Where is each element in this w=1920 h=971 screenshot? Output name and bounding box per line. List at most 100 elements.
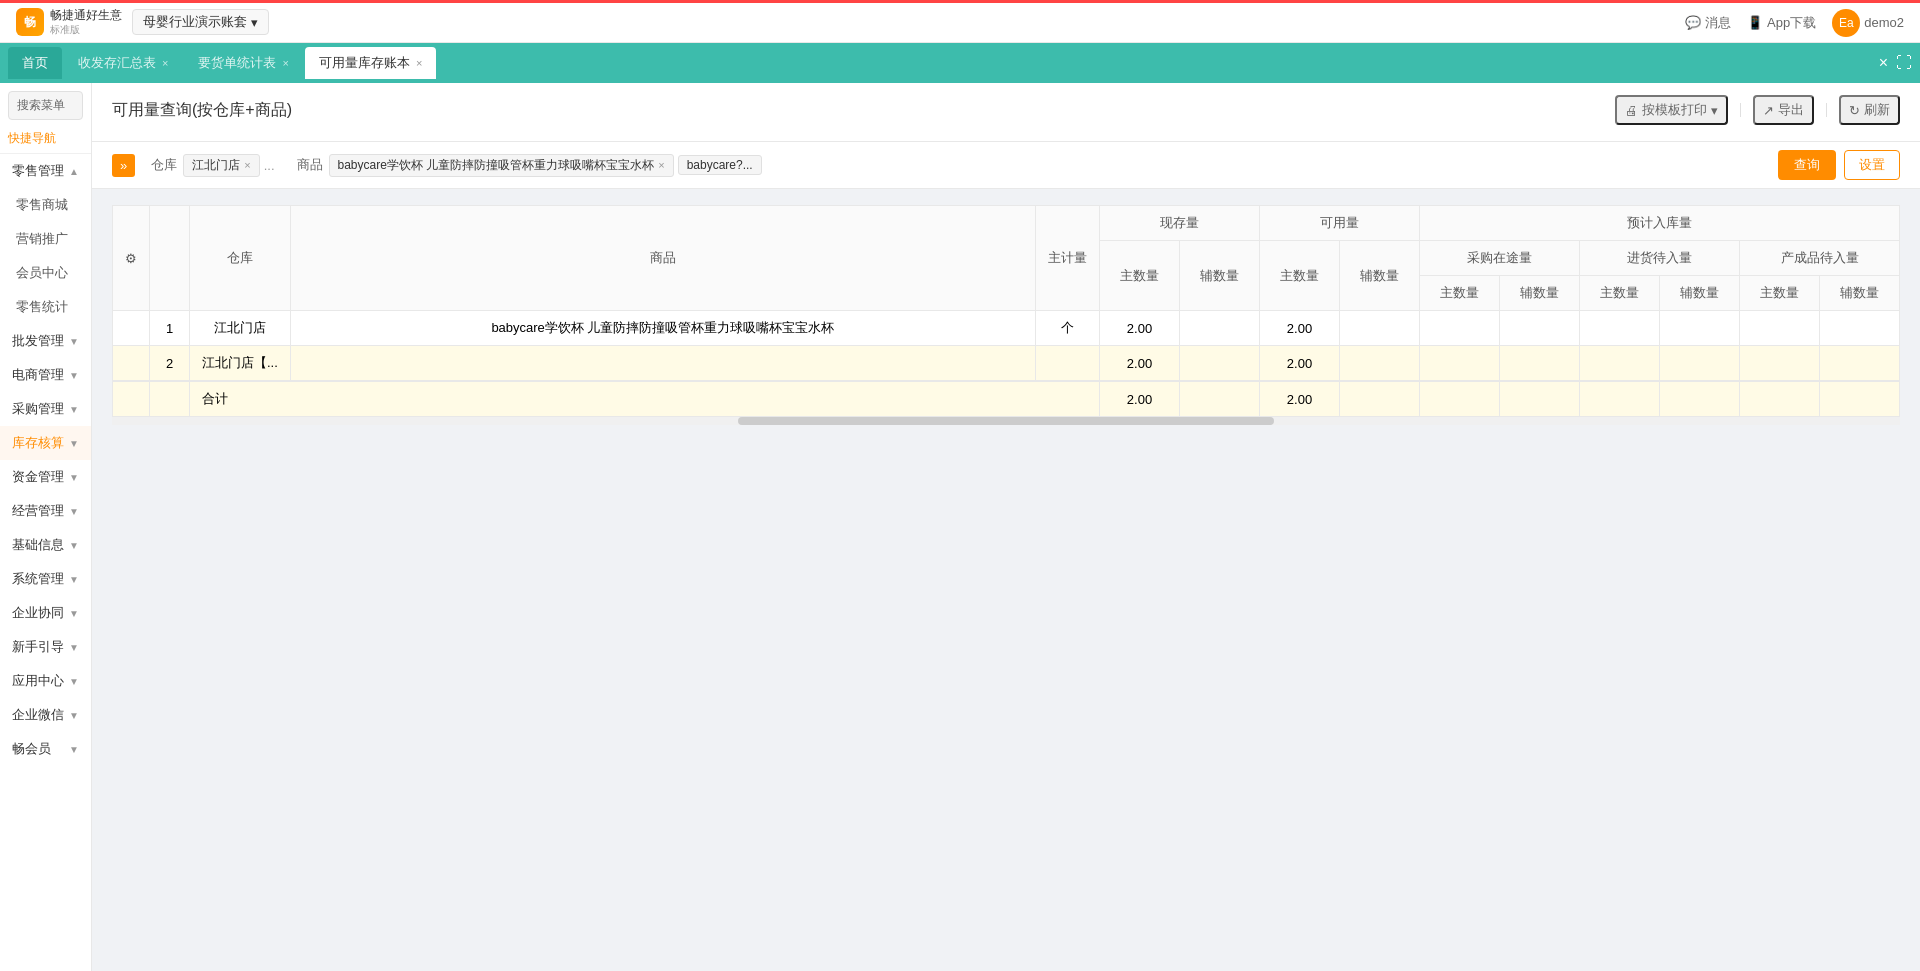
total-stock-aux xyxy=(1180,381,1260,417)
sidebar-group-enterprise-header[interactable]: 企业协同 ▼ xyxy=(0,596,91,630)
product-tag-babycare2: babycare?... xyxy=(678,155,762,175)
maximize-icon[interactable]: ⛶ xyxy=(1896,54,1912,72)
sidebar-group-guide-header[interactable]: 新手引导 ▼ xyxy=(0,630,91,664)
sidebar-group-purchase-header[interactable]: 采购管理 ▼ xyxy=(0,392,91,426)
sidebar-group-retail-header[interactable]: 零售管理 ▲ xyxy=(0,154,91,188)
th-purchase-transit: 采购在途量 xyxy=(1420,241,1580,276)
page-title-row: 可用量查询(按仓库+商品) 🖨 按模板打印 ▾ ↗ 导出 ↻ xyxy=(112,95,1900,125)
tab-available-stock[interactable]: 可用量库存账本 × xyxy=(305,47,436,79)
divider-2 xyxy=(1826,103,1827,117)
sidebar-item-retail-mall[interactable]: 零售商城 xyxy=(0,188,91,222)
query-btn[interactable]: 查询 xyxy=(1778,150,1836,180)
tab-order-stats-label: 要货单统计表 xyxy=(198,54,276,72)
filter-expand-btn[interactable]: » xyxy=(112,154,135,177)
sidebar-group-finance-header[interactable]: 资金管理 ▼ xyxy=(0,460,91,494)
sidebar-item-marketing[interactable]: 营销推广 xyxy=(0,222,91,256)
sidebar-item-members[interactable]: 会员中心 xyxy=(0,256,91,290)
close-all-icon[interactable]: × xyxy=(1879,54,1888,72)
sidebar-group-system-header[interactable]: 系统管理 ▼ xyxy=(0,562,91,596)
search-menu-btn[interactable]: 搜索菜单 xyxy=(8,91,83,120)
messages-label: 消息 xyxy=(1705,14,1731,32)
sidebar-group-apps: 应用中心 ▼ xyxy=(0,664,91,698)
row1-finished-aux xyxy=(1820,311,1900,346)
row2-finished-main xyxy=(1740,346,1820,382)
row2-stock-aux xyxy=(1180,346,1260,382)
export-label: 导出 xyxy=(1778,101,1804,119)
purchase-label: 采购管理 xyxy=(12,400,64,418)
wechat-label: 企业微信 xyxy=(12,706,64,724)
system-label: 系统管理 xyxy=(12,570,64,588)
app-download-label: App下载 xyxy=(1767,14,1816,32)
product-tag-babycare-close[interactable]: × xyxy=(658,159,664,171)
basic-expand-icon: ▼ xyxy=(69,540,79,551)
finance-label: 资金管理 xyxy=(12,468,64,486)
tab-order-stats-close[interactable]: × xyxy=(282,57,288,69)
industry-label: 母婴行业演示账套 xyxy=(143,13,247,31)
purchase-expand-icon: ▼ xyxy=(69,404,79,415)
scrollbar-thumb[interactable] xyxy=(738,417,1274,425)
tab-available-stock-close[interactable]: × xyxy=(416,57,422,69)
basic-label: 基础信息 xyxy=(12,536,64,554)
table-row-subtotal: 2 江北门店【... 2.00 2.00 xyxy=(113,346,1900,382)
messages-btn[interactable]: 💬 消息 xyxy=(1685,14,1731,32)
row2-finished-aux xyxy=(1820,346,1900,382)
th-finished-aux: 辅数量 xyxy=(1820,276,1900,311)
top-bar-right: 💬 消息 📱 App下载 Ea demo2 xyxy=(1685,9,1904,37)
enterprise-label: 企业协同 xyxy=(12,604,64,622)
total-label: 合计 xyxy=(190,381,1100,417)
filter-row: » 仓库 江北门店 × ... 商品 babycare学饮杯 儿童防摔防撞吸管杯… xyxy=(92,142,1920,189)
sidebar-group-ecommerce-header[interactable]: 电商管理 ▼ xyxy=(0,358,91,392)
logo-text-area: 畅捷通好生意 标准版 xyxy=(50,8,122,36)
th-finished-main: 主数量 xyxy=(1740,276,1820,311)
sidebar-item-retail-stats[interactable]: 零售统计 xyxy=(0,290,91,324)
th-available: 可用量 xyxy=(1260,206,1420,241)
total-finished-aux xyxy=(1820,381,1900,417)
tab-receive-pay[interactable]: 收发存汇总表 × xyxy=(64,47,182,79)
th-product: 商品 xyxy=(290,206,1035,311)
retail-expand-icon: ▲ xyxy=(69,166,79,177)
industry-selector[interactable]: 母婴行业演示账套 ▾ xyxy=(132,9,269,35)
sidebar-group-basic-header[interactable]: 基础信息 ▼ xyxy=(0,528,91,562)
quick-nav-btn[interactable]: 快捷导航 xyxy=(0,124,91,154)
sidebar-group-member: 畅会员 ▼ xyxy=(0,732,91,766)
print-dropdown-icon: ▾ xyxy=(1711,103,1718,118)
th-finished-wait: 产成品待入量 xyxy=(1740,241,1900,276)
row1-stock-main: 2.00 xyxy=(1100,311,1180,346)
tab-receive-pay-label: 收发存汇总表 xyxy=(78,54,156,72)
th-purchase-main: 主数量 xyxy=(1420,276,1500,311)
apps-expand-icon: ▼ xyxy=(69,676,79,687)
operations-label: 经营管理 xyxy=(12,502,64,520)
ecommerce-expand-icon: ▼ xyxy=(69,370,79,381)
refresh-btn[interactable]: ↻ 刷新 xyxy=(1839,95,1900,125)
warehouse-tag-close[interactable]: × xyxy=(244,159,250,171)
tab-available-stock-label: 可用量库存账本 xyxy=(319,54,410,72)
tab-receive-pay-close[interactable]: × xyxy=(162,57,168,69)
sidebar-group-wechat: 企业微信 ▼ xyxy=(0,698,91,732)
row2-settings xyxy=(113,346,150,382)
horizontal-scrollbar[interactable] xyxy=(112,417,1900,425)
sidebar-group-apps-header[interactable]: 应用中心 ▼ xyxy=(0,664,91,698)
sidebar-group-member-header[interactable]: 畅会员 ▼ xyxy=(0,732,91,766)
settings-btn[interactable]: 设置 xyxy=(1844,150,1900,180)
sidebar-group-wechat-header[interactable]: 企业微信 ▼ xyxy=(0,698,91,732)
app-logo: 畅 xyxy=(16,8,44,36)
print-btn[interactable]: 🖨 按模板打印 ▾ xyxy=(1615,95,1728,125)
sidebar-group-operations-header[interactable]: 经营管理 ▼ xyxy=(0,494,91,528)
sidebar-group-wholesale-header[interactable]: 批发管理 ▼ xyxy=(0,324,91,358)
user-avatar-area[interactable]: Ea demo2 xyxy=(1832,9,1904,37)
th-unit: 主计量 xyxy=(1036,206,1100,311)
wechat-expand-icon: ▼ xyxy=(69,710,79,721)
tab-home[interactable]: 首页 xyxy=(8,47,62,79)
tab-home-label: 首页 xyxy=(22,54,48,72)
export-btn[interactable]: ↗ 导出 xyxy=(1753,95,1814,125)
divider-1 xyxy=(1740,103,1741,117)
warehouse-tag-text: 江北门店 xyxy=(192,157,240,174)
system-expand-icon: ▼ xyxy=(69,574,79,585)
sidebar-group-stock-header[interactable]: 库存核算 ▼ xyxy=(0,426,91,460)
row2-purchase-main xyxy=(1420,346,1500,382)
tab-order-stats[interactable]: 要货单统计表 × xyxy=(184,47,302,79)
settings-icon[interactable]: ⚙ xyxy=(125,251,137,266)
total-row: 合计 2.00 2.00 xyxy=(113,381,1900,417)
app-download-btn[interactable]: 📱 App下载 xyxy=(1747,14,1816,32)
warehouse-more-btn[interactable]: ... xyxy=(264,158,275,173)
